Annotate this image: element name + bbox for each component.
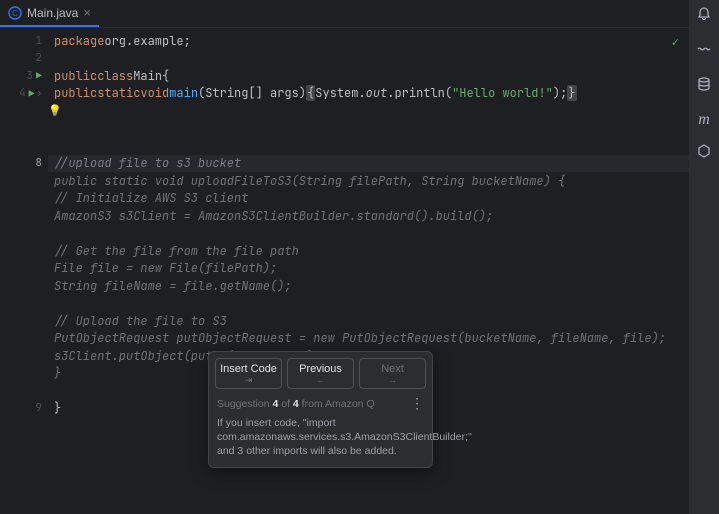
popup-menu-icon[interactable]: ⋮ bbox=[410, 395, 424, 412]
database-icon[interactable] bbox=[696, 76, 712, 97]
right-tool-rail: m bbox=[689, 0, 719, 514]
gutter: 1 2 3▶ 4▶› 8 9 bbox=[0, 28, 48, 514]
line-number bbox=[0, 295, 48, 313]
line-number: 3▶ bbox=[0, 67, 48, 85]
line-number bbox=[0, 330, 48, 348]
hexagon-icon[interactable] bbox=[696, 143, 712, 164]
previous-suggestion-button[interactable]: Previous← bbox=[287, 358, 354, 389]
line-number bbox=[0, 382, 48, 400]
intention-bulb-icon[interactable]: 💡 bbox=[48, 104, 62, 118]
line-number bbox=[0, 207, 48, 225]
line-number: 8 bbox=[0, 155, 48, 173]
notifications-icon[interactable] bbox=[696, 6, 712, 27]
line-number bbox=[0, 312, 48, 330]
svg-text:C: C bbox=[12, 9, 18, 18]
line-number bbox=[0, 102, 48, 120]
line-number bbox=[0, 172, 48, 190]
run-gutter-icon[interactable]: ▶ bbox=[29, 87, 35, 100]
insert-code-button[interactable]: Insert Code⇥ bbox=[215, 358, 282, 389]
line-number: 4▶› bbox=[0, 85, 48, 103]
line-number bbox=[0, 225, 48, 243]
line-number bbox=[0, 365, 48, 383]
run-gutter-icon[interactable]: ▶ bbox=[36, 69, 42, 82]
suggestion-popup: Insert Code⇥ Previous← Next→ Suggestion … bbox=[208, 351, 433, 468]
line-number: 1 bbox=[0, 32, 48, 50]
line-number bbox=[0, 277, 48, 295]
java-file-icon: C bbox=[8, 6, 22, 20]
line-number bbox=[0, 190, 48, 208]
tab-bar: C Main.java × bbox=[0, 0, 719, 28]
line-number: 2 bbox=[0, 50, 48, 68]
line-number bbox=[0, 260, 48, 278]
maven-icon[interactable]: m bbox=[698, 111, 710, 129]
line-number bbox=[0, 137, 48, 155]
file-tab[interactable]: C Main.java × bbox=[0, 0, 99, 27]
suggestion-counter: Suggestion 4 of 4 from Amazon Q bbox=[217, 398, 375, 410]
close-tab-icon[interactable]: × bbox=[83, 5, 91, 20]
suggestion-info: If you insert code, "import com.amazonaw… bbox=[209, 416, 432, 467]
line-number bbox=[0, 120, 48, 138]
amazon-q-icon[interactable] bbox=[696, 41, 712, 62]
line-number: 9 bbox=[0, 400, 48, 418]
tab-filename: Main.java bbox=[27, 6, 78, 20]
line-number bbox=[0, 347, 48, 365]
next-suggestion-button[interactable]: Next→ bbox=[359, 358, 426, 389]
line-number bbox=[0, 242, 48, 260]
